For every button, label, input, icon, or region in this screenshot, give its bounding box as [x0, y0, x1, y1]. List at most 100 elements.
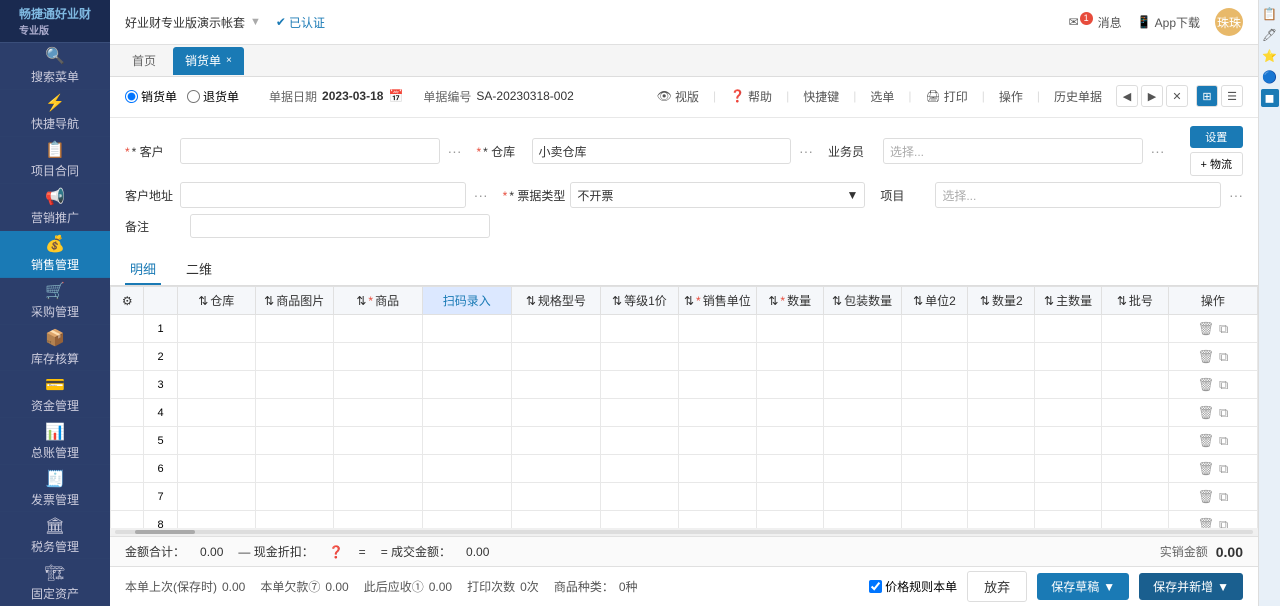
- close-btn[interactable]: ✕: [1166, 85, 1188, 107]
- th-batch[interactable]: ⇅批号: [1101, 287, 1168, 315]
- sidebar-item-invoice[interactable]: 🧾 发票管理: [0, 465, 110, 512]
- row-product[interactable]: [333, 315, 422, 343]
- row-qty[interactable]: [756, 315, 823, 343]
- row-warehouse[interactable]: [177, 315, 255, 343]
- warehouse-dots[interactable]: ···: [799, 143, 813, 159]
- salesperson-dots[interactable]: ···: [1151, 143, 1165, 159]
- logistics-btn[interactable]: + 物流: [1190, 152, 1243, 176]
- copy-icon[interactable]: ⧉: [1219, 433, 1228, 449]
- sidebar-item-search[interactable]: 🔍 搜索菜单: [0, 43, 110, 90]
- radio-return-input[interactable]: [187, 90, 200, 103]
- copy-icon[interactable]: ⧉: [1219, 517, 1228, 529]
- sidebar-item-purchase[interactable]: 🛒 采购管理: [0, 278, 110, 325]
- copy-icon[interactable]: ⧉: [1219, 489, 1228, 505]
- th-image[interactable]: ⇅商品图片: [255, 287, 333, 315]
- sidebar-item-capital[interactable]: 💳 资金管理: [0, 371, 110, 418]
- copy-icon[interactable]: ⧉: [1219, 349, 1228, 365]
- rp-icon-5[interactable]: ◼: [1261, 89, 1279, 107]
- customer-dots[interactable]: ···: [448, 143, 462, 159]
- delete-icon[interactable]: 🗑: [1197, 433, 1214, 449]
- message-button[interactable]: ✉ 1 消息: [1069, 14, 1122, 31]
- row-scan[interactable]: [422, 315, 511, 343]
- view-btn[interactable]: 👁 视版: [651, 86, 705, 107]
- select-btn[interactable]: 选单: [864, 86, 900, 107]
- salesperson-input[interactable]: 选择...: [883, 138, 1143, 164]
- address-dots[interactable]: ···: [474, 187, 488, 203]
- print-btn[interactable]: 🖨 打印: [919, 86, 973, 107]
- delete-icon[interactable]: 🗑: [1197, 321, 1214, 337]
- help-icon-discount[interactable]: ❓: [329, 545, 344, 559]
- sidebar-item-account[interactable]: 📊 总账管理: [0, 418, 110, 465]
- rp-icon-1[interactable]: 📋: [1261, 5, 1279, 23]
- sidebar-item-marketing[interactable]: 📢 营销推广: [0, 184, 110, 231]
- row-unit2[interactable]: [901, 315, 968, 343]
- row-spec[interactable]: [511, 315, 600, 343]
- tab-detail[interactable]: 明细: [125, 254, 161, 285]
- operate-btn[interactable]: 操作: [993, 86, 1029, 107]
- th-warehouse[interactable]: ⇅仓库: [177, 287, 255, 315]
- list-view-btn[interactable]: ☰: [1221, 85, 1243, 107]
- next-btn[interactable]: ▶: [1141, 85, 1163, 107]
- sidebar-item-sales[interactable]: 💰 销售管理: [0, 231, 110, 278]
- th-spec[interactable]: ⇅规格型号: [511, 287, 600, 315]
- app-download-button[interactable]: 📱 App下载: [1137, 14, 1200, 31]
- help-btn[interactable]: ❓ 帮助: [724, 86, 778, 107]
- th-price[interactable]: ⇅等级1价: [600, 287, 678, 315]
- row-image[interactable]: [255, 315, 333, 343]
- th-main[interactable]: ⇅主数量: [1035, 287, 1102, 315]
- radio-sale[interactable]: 销货单: [125, 88, 177, 105]
- delete-icon[interactable]: 🗑: [1197, 405, 1214, 421]
- sidebar-item-quick[interactable]: ⚡ 快捷导航: [0, 90, 110, 137]
- history-btn[interactable]: 历史单据: [1048, 86, 1108, 107]
- price-check-group[interactable]: 价格规则本单: [869, 578, 957, 595]
- delete-icon[interactable]: 🗑: [1197, 377, 1214, 393]
- row-pack[interactable]: [823, 315, 901, 343]
- grid-view-btn[interactable]: ⊞: [1196, 85, 1218, 107]
- save-draft-btn[interactable]: 保存草稿 ▼: [1037, 573, 1129, 600]
- row-unit[interactable]: [678, 315, 756, 343]
- copy-icon[interactable]: ⧉: [1219, 321, 1228, 337]
- copy-icon[interactable]: ⧉: [1219, 377, 1228, 393]
- calendar-icon[interactable]: 📅: [388, 89, 403, 103]
- th-pack[interactable]: ⇅包装数量: [823, 287, 901, 315]
- rp-icon-2[interactable]: 🖊: [1261, 26, 1279, 44]
- project-dots[interactable]: ···: [1229, 187, 1243, 203]
- radio-sale-input[interactable]: [125, 90, 138, 103]
- row-main[interactable]: [1035, 315, 1102, 343]
- tab-sales-order[interactable]: 销货单 ×: [173, 47, 244, 75]
- address-input[interactable]: [180, 182, 466, 208]
- project-input[interactable]: 选择...: [935, 182, 1221, 208]
- sidebar-item-inventory[interactable]: 📦 库存核算: [0, 325, 110, 372]
- scroll-track[interactable]: [115, 530, 1253, 534]
- user-avatar[interactable]: 珠珠: [1215, 8, 1243, 36]
- scroll-thumb[interactable]: [135, 530, 195, 534]
- delete-icon[interactable]: 🗑: [1197, 461, 1214, 477]
- settings-btn[interactable]: 设置: [1190, 126, 1243, 148]
- rp-icon-3[interactable]: ⭐: [1261, 47, 1279, 65]
- sidebar-item-tax[interactable]: 🏛 税务管理: [0, 512, 110, 559]
- rp-icon-4[interactable]: 🔵: [1261, 68, 1279, 86]
- horizontal-scrollbar[interactable]: [110, 528, 1258, 536]
- row-qty2[interactable]: [968, 315, 1035, 343]
- th-settings[interactable]: ⚙: [111, 287, 144, 315]
- sidebar-item-project[interactable]: 📋 项目合同: [0, 137, 110, 184]
- th-qty[interactable]: ⇅*数量: [756, 287, 823, 315]
- th-qty2[interactable]: ⇅数量2: [968, 287, 1035, 315]
- note-input[interactable]: [190, 214, 490, 238]
- th-unit[interactable]: ⇅*销售单位: [678, 287, 756, 315]
- abandon-btn[interactable]: 放弃: [967, 571, 1027, 602]
- th-product[interactable]: ⇅*商品: [333, 287, 422, 315]
- tab-close-icon[interactable]: ×: [226, 55, 232, 66]
- sidebar-item-fixed[interactable]: 🏗 固定资产: [0, 559, 110, 606]
- tab-home[interactable]: 首页: [120, 47, 168, 75]
- tab-2d[interactable]: 二维: [181, 254, 217, 285]
- radio-return[interactable]: 退货单: [187, 88, 239, 105]
- save-new-btn[interactable]: 保存并新增 ▼: [1139, 573, 1243, 600]
- delete-icon[interactable]: 🗑: [1197, 349, 1214, 365]
- row-price[interactable]: [600, 315, 678, 343]
- prev-btn[interactable]: ◀: [1116, 85, 1138, 107]
- copy-icon[interactable]: ⧉: [1219, 405, 1228, 421]
- row-batch[interactable]: [1101, 315, 1168, 343]
- warehouse-input[interactable]: 小卖仓库: [532, 138, 792, 164]
- copy-icon[interactable]: ⧉: [1219, 461, 1228, 477]
